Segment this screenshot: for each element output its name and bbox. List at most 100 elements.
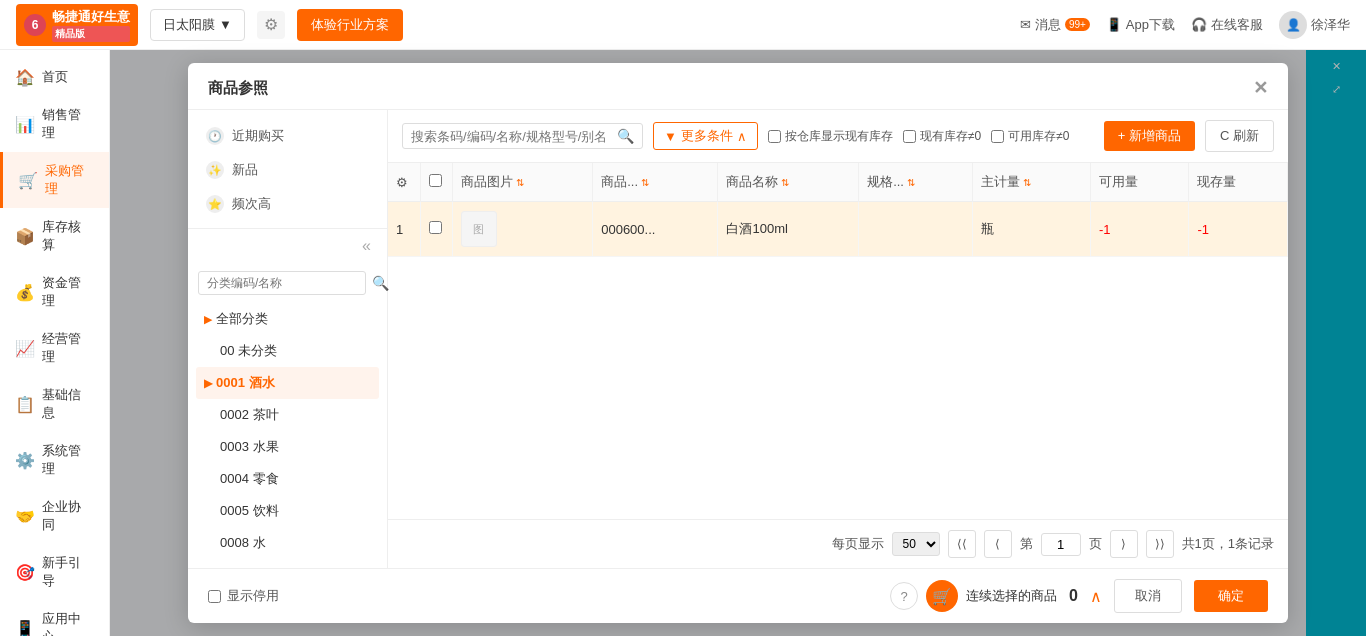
row-image-cell: 图 — [452, 202, 593, 257]
collab-icon: 🤝 — [16, 507, 34, 525]
sidebar-item-guide[interactable]: 🎯 新手引导 — [0, 544, 109, 600]
avatar: 👤 — [1279, 11, 1307, 39]
stock-checkbox-label[interactable]: 现有库存≠0 — [903, 128, 981, 145]
row-available-cell: -1 — [1090, 202, 1188, 257]
col-stock: 现存量 — [1189, 163, 1288, 202]
sidebar-item-home[interactable]: 🏠 首页 — [0, 58, 109, 96]
dialog-footer: 显示停用 ? 🛒 连续选择的商品 0 ∧ 取消 确定 — [188, 568, 1288, 623]
product-image: 图 — [461, 211, 497, 247]
available-checkbox-label[interactable]: 可用库存≠0 — [991, 128, 1069, 145]
category-0005[interactable]: 0005 饮料 — [196, 495, 379, 527]
dialog-header: 商品参照 ✕ — [188, 63, 1288, 110]
cart-collapse-icon[interactable]: ∧ — [1090, 587, 1102, 606]
cart-icon[interactable]: 🛒 — [926, 580, 958, 612]
sidebar-label-operation: 经营管理 — [42, 330, 93, 366]
sort-code-icon: ⇅ — [641, 177, 649, 188]
cancel-button[interactable]: 取消 — [1114, 579, 1182, 613]
confirm-button[interactable]: 确定 — [1194, 580, 1268, 612]
nav-service[interactable]: 🎧 在线客服 — [1191, 16, 1263, 34]
nav-app-download[interactable]: 📱 App下载 — [1106, 16, 1175, 34]
nav-user[interactable]: 👤 徐泽华 — [1279, 11, 1350, 39]
add-product-button[interactable]: + 新增商品 — [1104, 121, 1195, 151]
sidebar: 🏠 首页 📊 销售管理 🛒 采购管理 📦 库存核算 💰 资金管理 📈 经营管理 … — [0, 50, 110, 636]
tab-high-frequency[interactable]: ⭐ 频次高 — [196, 188, 379, 220]
dialog-overlay: 商品参照 ✕ 🕐 近期购买 ✨ 新 — [110, 50, 1366, 636]
tab-recent-purchase[interactable]: 🕐 近期购买 — [196, 120, 379, 152]
page-label: 第 — [1020, 535, 1033, 553]
sidebar-item-inventory[interactable]: 📦 库存核算 — [0, 208, 109, 264]
first-page-button[interactable]: ⟨⟨ — [948, 530, 976, 558]
sidebar-item-finance[interactable]: 💰 资金管理 — [0, 264, 109, 320]
last-page-button[interactable]: ⟩⟩ — [1146, 530, 1174, 558]
headset-icon: 🎧 — [1191, 17, 1207, 32]
sidebar-item-operation[interactable]: 📈 经营管理 — [0, 320, 109, 376]
operation-icon: 📈 — [16, 339, 34, 357]
sidebar-item-basic[interactable]: 📋 基础信息 — [0, 376, 109, 432]
app-icon: 📱 — [1106, 17, 1122, 32]
stock-checkbox[interactable] — [903, 130, 916, 143]
sidebar-item-collab[interactable]: 🤝 企业协同 — [0, 488, 109, 544]
row-index: 1 — [388, 202, 420, 257]
sidebar-item-purchase[interactable]: 🛒 采购管理 — [0, 152, 109, 208]
category-0004[interactable]: 0004 零食 — [196, 463, 379, 495]
category-0001[interactable]: ▶ 0001 酒水 — [196, 367, 379, 399]
col-product-code: 商品...⇅ — [593, 163, 718, 202]
col-product-name: 商品名称⇅ — [718, 163, 859, 202]
row-stock-cell: -1 — [1189, 202, 1288, 257]
collapse-left-button[interactable]: « — [362, 237, 371, 255]
category-0003-label: 0003 水果 — [204, 438, 279, 456]
category-0008[interactable]: 0008 水 — [196, 527, 379, 558]
sidebar-item-apps[interactable]: 📱 应用中心 — [0, 600, 109, 636]
row-name-cell: 白酒100ml — [718, 202, 859, 257]
col-settings[interactable]: ⚙ — [388, 163, 420, 202]
tab-new-products[interactable]: ✨ 新品 — [196, 154, 379, 186]
sidebar-label-collab: 企业协同 — [42, 498, 93, 534]
row-checkbox[interactable] — [429, 221, 442, 234]
next-page-button[interactable]: ⟩ — [1110, 530, 1138, 558]
category-0003[interactable]: 0003 水果 — [196, 431, 379, 463]
filter-button[interactable]: ▼ 更多条件 ∧ — [653, 122, 758, 150]
show-disabled-label[interactable]: 显示停用 — [208, 587, 279, 605]
sidebar-label-sales: 销售管理 — [42, 106, 93, 142]
prev-page-button[interactable]: ⟨ — [984, 530, 1012, 558]
inventory-icon: 📦 — [16, 227, 34, 245]
nav-app-label: App下载 — [1126, 16, 1175, 34]
available-checkbox[interactable] — [991, 130, 1004, 143]
page-size-label: 每页显示 — [832, 535, 884, 553]
select-all-checkbox[interactable] — [429, 174, 442, 187]
category-00[interactable]: 00 未分类 — [196, 335, 379, 367]
collapse-filter-icon: ∧ — [737, 129, 747, 144]
show-disabled-checkbox[interactable] — [208, 590, 221, 603]
category-search-input[interactable] — [198, 271, 366, 295]
tab-new-label: 新品 — [232, 161, 258, 179]
show-disabled-text: 显示停用 — [227, 587, 279, 605]
category-0002[interactable]: 0002 茶叶 — [196, 399, 379, 431]
page-size-select[interactable]: 50 — [892, 532, 940, 556]
row-checkbox-cell[interactable] — [420, 202, 452, 257]
sidebar-item-sales[interactable]: 📊 销售管理 — [0, 96, 109, 152]
warehouse-checkbox-label[interactable]: 按仓库显示现有库存 — [768, 128, 893, 145]
cart-label: 连续选择的商品 — [966, 587, 1057, 605]
filter-label: 更多条件 — [681, 127, 733, 145]
help-button[interactable]: ? — [890, 582, 918, 610]
nav-dropdown[interactable]: 日太阳膜 ▼ — [150, 9, 245, 41]
refresh-button[interactable]: C 刷新 — [1205, 120, 1274, 152]
total-info: 共1页，1条记录 — [1182, 535, 1274, 553]
dialog-close-button[interactable]: ✕ — [1253, 77, 1268, 99]
nav-message[interactable]: ✉ 消息 99+ — [1020, 16, 1090, 34]
purchase-icon: 🛒 — [19, 171, 37, 189]
product-search-input[interactable] — [411, 129, 611, 144]
category-all[interactable]: ▶ 全部分类 — [196, 303, 379, 335]
page-number-input[interactable] — [1041, 533, 1081, 556]
category-search-icon[interactable]: 🔍 — [372, 275, 389, 291]
system-icon: ⚙️ — [16, 451, 34, 469]
search-icon[interactable]: 🔍 — [617, 128, 634, 144]
experience-button[interactable]: 体验行业方案 — [297, 9, 403, 41]
category-all-label: 全部分类 — [216, 310, 268, 328]
sidebar-item-system[interactable]: ⚙️ 系统管理 — [0, 432, 109, 488]
footer-cart: ? 🛒 连续选择的商品 0 ∧ — [890, 580, 1102, 612]
warehouse-checkbox[interactable] — [768, 130, 781, 143]
gear-icon[interactable]: ⚙ — [257, 11, 285, 39]
username-label: 徐泽华 — [1311, 16, 1350, 34]
table-row[interactable]: 1 图 000600... 白酒100ml 瓶 — [388, 202, 1288, 257]
